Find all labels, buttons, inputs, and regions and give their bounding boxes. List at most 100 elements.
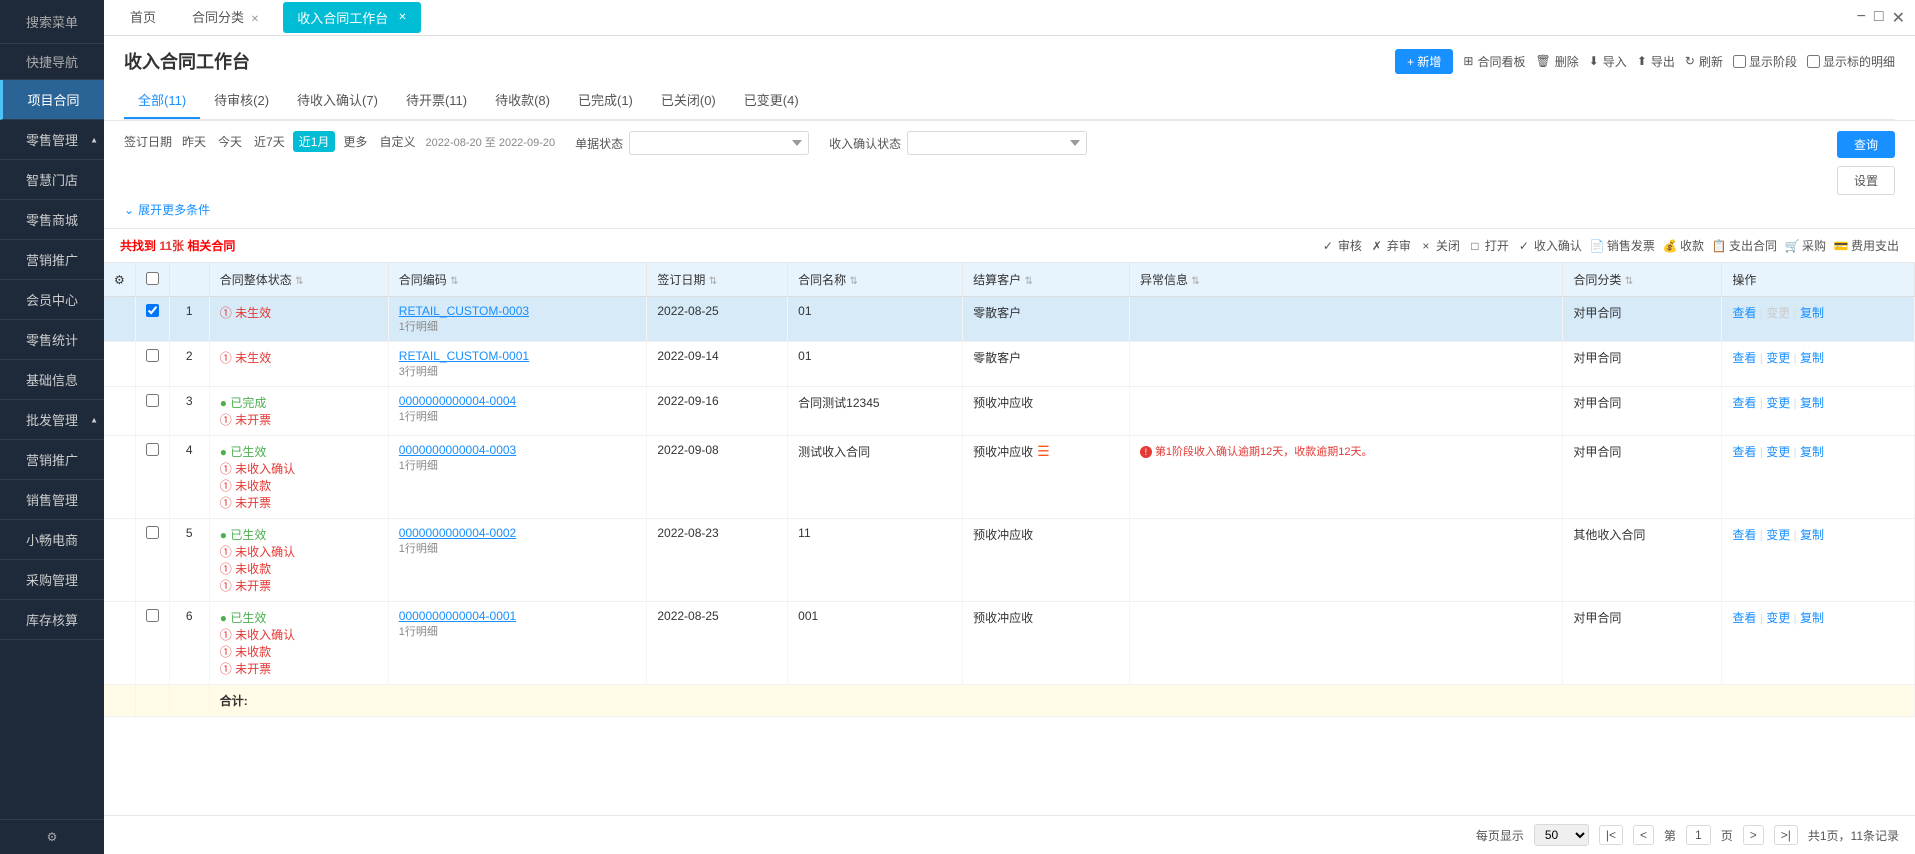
date-option-0[interactable]: 昨天 [178, 131, 210, 152]
op-变更-4[interactable]: 变更 [1766, 528, 1790, 542]
sidebar-item-5[interactable]: 会员中心 [0, 280, 104, 320]
select-all-checkbox[interactable] [146, 272, 159, 285]
sidebar-item-6[interactable]: 零售统计 [0, 320, 104, 360]
new-button[interactable]: + 新增 [1395, 49, 1453, 74]
minimize-button[interactable]: − [1857, 8, 1866, 28]
sidebar-item-0[interactable]: 项目合同 [0, 80, 104, 120]
tab-close-1[interactable]: ✕ [248, 14, 259, 25]
sidebar-item-7[interactable]: 基础信息 [0, 360, 104, 400]
op-变更-3[interactable]: 变更 [1766, 445, 1790, 459]
sidebar-settings[interactable]: ⚙ [0, 819, 104, 854]
sidebar-item-2[interactable]: 智慧门店 [0, 160, 104, 200]
row-checkbox-4[interactable] [146, 526, 159, 539]
filter-tab-4[interactable]: 待收款(8) [481, 82, 564, 119]
filter-tab-2[interactable]: 待收入确认(7) [283, 82, 392, 119]
tab-close-2[interactable]: ✕ [398, 12, 406, 23]
sidebar-item-4[interactable]: 营销推广 [0, 240, 104, 280]
query-button[interactable]: 查询 [1837, 131, 1895, 158]
export-button[interactable]: ⬆ 导出 [1637, 53, 1675, 70]
op-查看-1[interactable]: 查看 [1732, 351, 1756, 365]
tab-0[interactable]: 首页 [114, 0, 172, 36]
expand-filter-button[interactable]: ⌄ 展开更多条件 [124, 201, 1895, 218]
contract-link-2[interactable]: 0000000000004-0004 [399, 394, 516, 408]
table-row: 5 ● 已生效① 未收入确认① 未收款① 未开票 0000000000004-0… [104, 519, 1915, 602]
sidebar-item-11[interactable]: 小畅电商 [0, 520, 104, 560]
action-btn-费用支出[interactable]: 💳费用支出 [1834, 237, 1899, 254]
op-查看-3[interactable]: 查看 [1732, 445, 1756, 459]
op-复制-5[interactable]: 复制 [1800, 611, 1824, 625]
contract-link-4[interactable]: 0000000000004-0002 [399, 526, 516, 540]
op-变更-1[interactable]: 变更 [1766, 351, 1790, 365]
refresh-button[interactable]: ↻ 刷新 [1685, 53, 1723, 70]
op-查看-4[interactable]: 查看 [1732, 528, 1756, 542]
maximize-button[interactable]: □ [1874, 8, 1884, 28]
action-btn-销售发票[interactable]: 📄销售发票 [1590, 237, 1655, 254]
action-btn-打开[interactable]: □打开 [1468, 237, 1509, 254]
filter-tab-7[interactable]: 已变更(4) [730, 82, 813, 119]
sidebar-search[interactable]: 搜索菜单 [0, 0, 104, 44]
action-btn-收入确认[interactable]: ✓收入确认 [1517, 237, 1582, 254]
op-查看-5[interactable]: 查看 [1732, 611, 1756, 625]
show-fields-check[interactable]: 显示阶段 [1733, 53, 1797, 70]
row-checkbox-0[interactable] [146, 304, 159, 317]
close-button[interactable]: ✕ [1892, 8, 1905, 28]
op-复制-0[interactable]: 复制 [1800, 306, 1824, 320]
contract-link-5[interactable]: 0000000000004-0001 [399, 609, 516, 623]
action-btn-弃审[interactable]: ✗弃审 [1370, 237, 1411, 254]
date-option-1[interactable]: 今天 [214, 131, 246, 152]
op-变更-5[interactable]: 变更 [1766, 611, 1790, 625]
op-查看-0[interactable]: 查看 [1732, 306, 1756, 320]
contract-link-3[interactable]: 0000000000004-0003 [399, 443, 516, 457]
sidebar-item-12[interactable]: 采购管理 [0, 560, 104, 600]
tab-2[interactable]: 收入合同工作台✕ [283, 2, 420, 33]
op-变更-2[interactable]: 变更 [1766, 396, 1790, 410]
action-btn-审核[interactable]: ✓审核 [1321, 237, 1362, 254]
action-btn-关闭[interactable]: ×关闭 [1419, 237, 1460, 254]
filter-tab-6[interactable]: 已关闭(0) [647, 82, 730, 119]
page-size-select[interactable]: 50 20 100 [1534, 824, 1589, 846]
contract-link-0[interactable]: RETAIL_CUSTOM-0003 [399, 304, 529, 318]
row-checkbox-5[interactable] [146, 609, 159, 622]
th-settings[interactable]: ⚙ [104, 263, 135, 297]
filter-tab-1[interactable]: 待审核(2) [200, 82, 283, 119]
date-option-5[interactable]: 自定义 [375, 131, 419, 152]
first-page-button[interactable]: |< [1599, 825, 1623, 845]
row-checkbox-3[interactable] [146, 443, 159, 456]
row-checkbox-2[interactable] [146, 394, 159, 407]
sidebar-item-13[interactable]: 库存核算 [0, 600, 104, 640]
filter-tab-5[interactable]: 已完成(1) [564, 82, 647, 119]
date-option-2[interactable]: 近7天 [250, 131, 289, 152]
prev-page-button[interactable]: < [1633, 825, 1654, 845]
sidebar-item-9[interactable]: 营销推广 [0, 440, 104, 480]
op-复制-4[interactable]: 复制 [1800, 528, 1824, 542]
date-option-3[interactable]: 近1月 [293, 131, 336, 152]
import-button[interactable]: ⬇ 导入 [1589, 53, 1627, 70]
sidebar-item-8[interactable]: 批发管理 [0, 400, 104, 440]
action-btn-采购[interactable]: 🛒采购 [1785, 237, 1826, 254]
next-page-button[interactable]: > [1743, 825, 1764, 845]
op-变更-0[interactable]: 变更 [1766, 306, 1790, 320]
tab-1[interactable]: 合同分类 ✕ [176, 0, 275, 36]
op-查看-2[interactable]: 查看 [1732, 396, 1756, 410]
status-select[interactable] [629, 131, 809, 155]
filter-tab-3[interactable]: 待开票(11) [392, 82, 481, 119]
sidebar-item-10[interactable]: 销售管理 [0, 480, 104, 520]
sidebar-nav[interactable]: 快捷导航 [0, 44, 104, 80]
kanban-button[interactable]: ⊞ 合同看板 [1463, 53, 1525, 70]
action-btn-支出合同[interactable]: 📋支出合同 [1712, 237, 1777, 254]
op-复制-2[interactable]: 复制 [1800, 396, 1824, 410]
contract-link-1[interactable]: RETAIL_CUSTOM-0001 [399, 349, 529, 363]
delete-button[interactable]: 🗑 删除 [1535, 53, 1578, 70]
op-复制-1[interactable]: 复制 [1800, 351, 1824, 365]
sidebar-item-3[interactable]: 零售商城 [0, 200, 104, 240]
confirm-select[interactable] [907, 131, 1087, 155]
last-page-button[interactable]: >| [1774, 825, 1798, 845]
show-detail-check[interactable]: 显示标的明细 [1807, 53, 1895, 70]
filter-tab-0[interactable]: 全部(11) [124, 82, 200, 119]
row-checkbox-1[interactable] [146, 349, 159, 362]
action-btn-收款[interactable]: 💰收款 [1663, 237, 1704, 254]
set-button[interactable]: 设置 [1837, 166, 1895, 195]
op-复制-3[interactable]: 复制 [1800, 445, 1824, 459]
sidebar-item-1[interactable]: 零售管理 [0, 120, 104, 160]
date-option-4[interactable]: 更多 [339, 131, 371, 152]
